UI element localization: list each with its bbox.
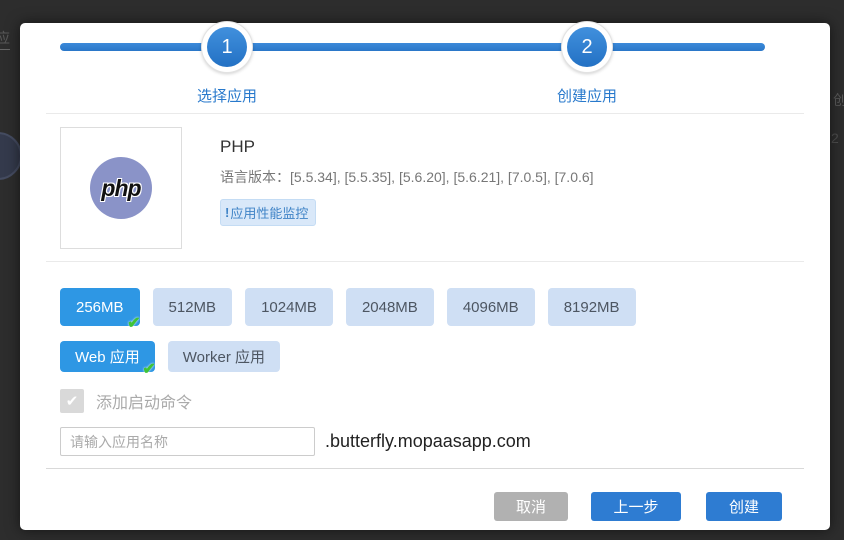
modal-footer: 取消 上一步 创建: [46, 469, 804, 521]
step-select-app[interactable]: 1 选择应用: [197, 21, 257, 105]
selected-check-icon: ✔: [127, 315, 141, 332]
app-name-input[interactable]: [60, 427, 315, 456]
background-page-text: 应: [0, 28, 10, 50]
stepper: 1 选择应用 2 创建应用: [46, 21, 804, 114]
php-logo-icon: php: [90, 157, 152, 219]
memory-options-row: 256MB ✔ 512MB 1024MB 2048MB 4096MB 8192M…: [60, 288, 804, 332]
memory-option-label: 256MB: [76, 298, 124, 316]
create-button[interactable]: 创建: [706, 492, 782, 521]
app-name-title: PHP: [220, 137, 255, 156]
type-option-web[interactable]: Web 应用 ✔: [60, 341, 156, 378]
stepper-progress-bar: [60, 43, 765, 51]
startup-command-label: 添加启动命令: [96, 395, 193, 412]
php-logo-text: php: [101, 174, 141, 201]
startup-command-row: ✔ 添加启动命令: [60, 389, 804, 413]
type-option-worker[interactable]: Worker 应用: [167, 341, 280, 372]
previous-step-button[interactable]: 上一步: [591, 492, 681, 521]
apm-badge-label: 应用性能监控: [230, 206, 309, 221]
step-circle: 2: [561, 21, 613, 73]
type-option-label: Web 应用: [75, 349, 140, 366]
memory-option-256mb[interactable]: 256MB ✔: [60, 288, 141, 332]
memory-option-512mb[interactable]: 512MB: [152, 288, 233, 326]
memory-option-1024mb[interactable]: 1024MB: [245, 288, 333, 326]
app-logo-card: php: [60, 127, 182, 249]
domain-suffix: .butterfly.mopaasapp.com: [325, 431, 531, 451]
background-page-text: 创: [833, 92, 844, 108]
create-app-modal: 1 选择应用 2 创建应用 php PHP 语言版本：[5.5.34], [5.…: [20, 21, 830, 530]
step-create-app[interactable]: 2 创建应用: [557, 21, 617, 105]
memory-option-4096mb[interactable]: 4096MB: [446, 288, 535, 326]
app-type-options-row: Web 应用 ✔ Worker 应用: [60, 341, 804, 378]
alert-icon: !: [225, 205, 230, 220]
apm-badge: ! 应用性能监控: [220, 199, 317, 226]
background-page-text: 2: [831, 130, 839, 146]
selected-check-icon: ✔: [142, 361, 156, 378]
app-info: PHP 语言版本：[5.5.34], [5.5.35], [5.6.20], […: [220, 127, 594, 249]
app-name-row: .butterfly.mopaasapp.com: [60, 427, 804, 456]
startup-command-checkbox[interactable]: ✔: [60, 389, 84, 413]
background-avatar-fragment: [0, 132, 22, 180]
checkbox-check-icon: ✔: [65, 393, 79, 410]
step-number: 1: [207, 27, 247, 67]
cancel-button[interactable]: 取消: [494, 492, 568, 521]
step-circle: 1: [201, 21, 253, 73]
step-label-create-app: 创建应用: [556, 88, 617, 105]
app-language-versions: 语言版本：[5.5.34], [5.5.35], [5.6.20], [5.6.…: [220, 169, 594, 185]
memory-option-2048mb[interactable]: 2048MB: [345, 288, 434, 326]
step-label-select-app: 选择应用: [196, 88, 257, 105]
config-section: 256MB ✔ 512MB 1024MB 2048MB 4096MB 8192M…: [46, 262, 804, 469]
step-number: 2: [567, 27, 607, 67]
memory-option-8192mb[interactable]: 8192MB: [547, 288, 636, 326]
selected-app-section: php PHP 语言版本：[5.5.34], [5.5.35], [5.6.20…: [46, 114, 804, 262]
